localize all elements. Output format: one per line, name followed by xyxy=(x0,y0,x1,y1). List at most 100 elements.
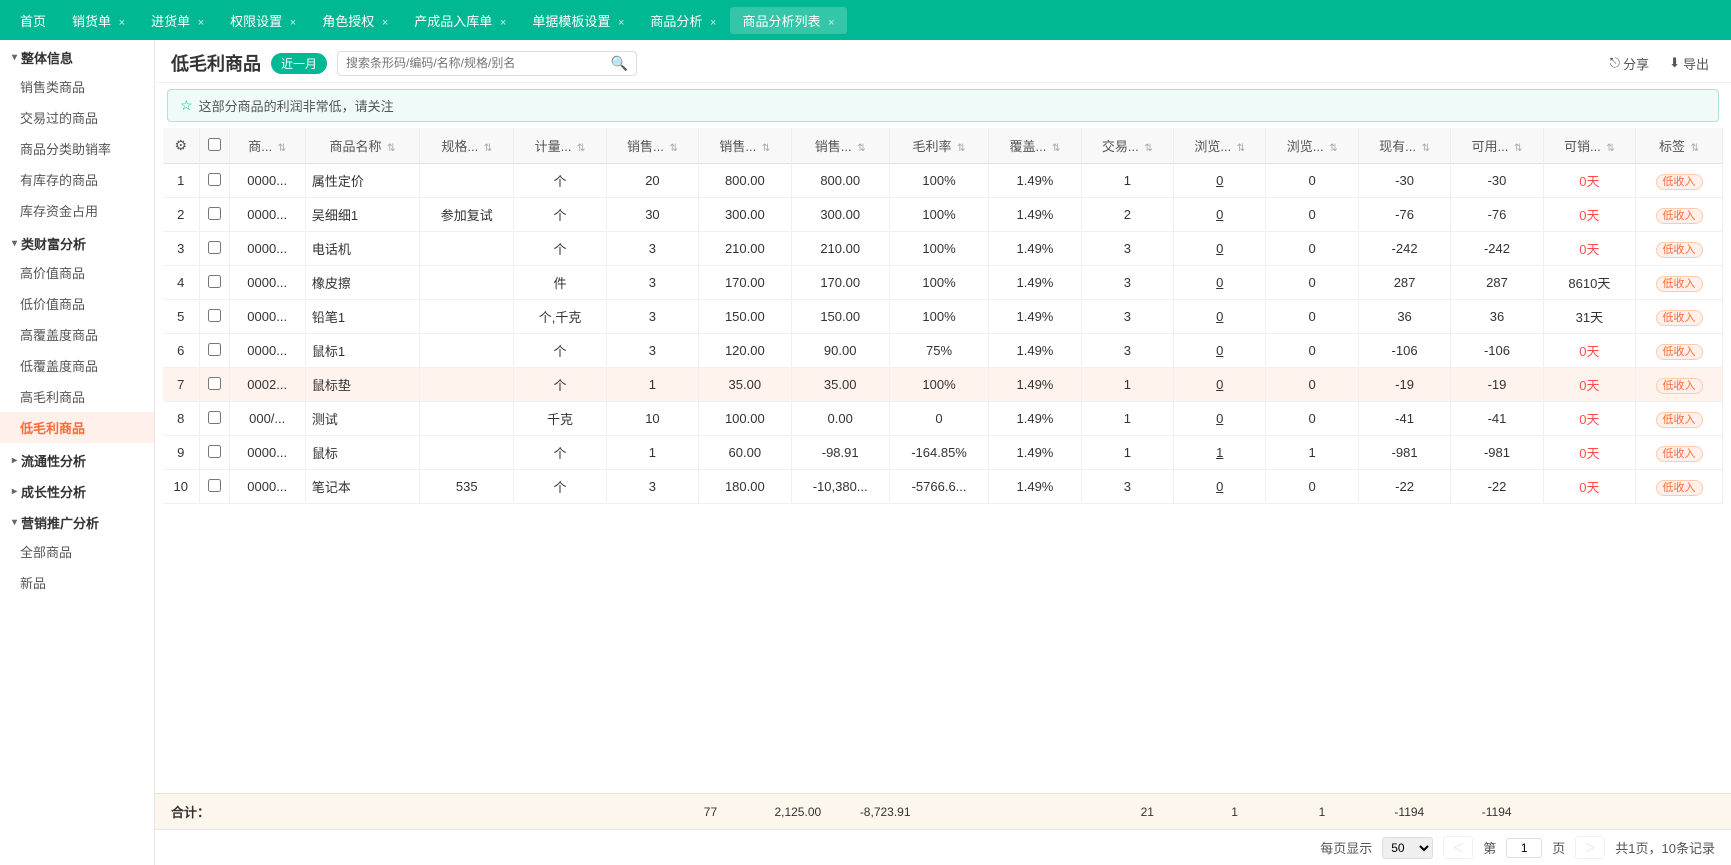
sidebar-item-category-rate[interactable]: 商品分类助销率 xyxy=(0,133,154,164)
cell-browse1[interactable]: 0 xyxy=(1174,266,1266,300)
col-browse2[interactable]: 浏览... ⇅ xyxy=(1266,128,1358,164)
nav-products-entry-close[interactable]: × xyxy=(500,17,506,29)
browse1-link[interactable]: 0 xyxy=(1216,411,1223,426)
sidebar-item-traded-goods[interactable]: 交易过的商品 xyxy=(0,102,154,133)
time-filter-button[interactable]: 近一月 xyxy=(271,53,327,74)
browse1-link[interactable]: 0 xyxy=(1216,275,1223,290)
cell-browse1[interactable]: 0 xyxy=(1174,232,1266,266)
select-all-checkbox[interactable] xyxy=(208,138,221,151)
cell-browse1[interactable]: 0 xyxy=(1174,402,1266,436)
cell-checkbox[interactable] xyxy=(199,232,229,266)
search-icon[interactable]: 🔍 xyxy=(611,55,628,72)
browse1-link[interactable]: 0 xyxy=(1216,343,1223,358)
cell-checkbox[interactable] xyxy=(199,368,229,402)
sidebar-item-low-value[interactable]: 低价值商品 xyxy=(0,288,154,319)
row-checkbox[interactable] xyxy=(208,207,221,220)
sidebar-item-high-value[interactable]: 高价值商品 xyxy=(0,257,154,288)
sidebar-group-wealth[interactable]: ▾ 类财富分析 xyxy=(0,226,154,257)
cell-browse1[interactable]: 1 xyxy=(1174,436,1266,470)
sidebar-group-overall[interactable]: ▾ 整体信息 xyxy=(0,40,154,71)
nav-roles-close[interactable]: × xyxy=(382,17,388,29)
export-button[interactable]: ⬇ 导出 xyxy=(1663,51,1715,76)
sidebar-item-high-margin[interactable]: 高毛利商品 xyxy=(0,381,154,412)
col-settings[interactable]: ⚙ xyxy=(163,128,199,164)
col-tag[interactable]: 标签 ⇅ xyxy=(1636,128,1723,164)
col-name[interactable]: 商品名称 ⇅ xyxy=(305,128,419,164)
nav-purchase-close[interactable]: × xyxy=(198,17,204,29)
col-current-stock[interactable]: 现有... ⇅ xyxy=(1358,128,1450,164)
browse1-link[interactable]: 0 xyxy=(1216,377,1223,392)
next-page-btn[interactable]: ＞ xyxy=(1575,836,1605,859)
row-checkbox[interactable] xyxy=(208,241,221,254)
col-browse1[interactable]: 浏览... ⇅ xyxy=(1174,128,1266,164)
row-checkbox[interactable] xyxy=(208,275,221,288)
cell-browse1[interactable]: 0 xyxy=(1174,198,1266,232)
sidebar-item-low-margin[interactable]: 低毛利商品 xyxy=(0,412,154,443)
sidebar-item-low-coverage[interactable]: 低覆盖度商品 xyxy=(0,350,154,381)
sidebar-item-capital[interactable]: 库存资金占用 xyxy=(0,195,154,226)
nav-permissions[interactable]: 权限设置 × xyxy=(218,7,308,34)
table-wrapper[interactable]: ⚙ 商... ⇅ 商品名称 ⇅ 规格... ⇅ 计量... ⇅ 销售... ⇅ … xyxy=(155,128,1731,793)
page-input[interactable] xyxy=(1506,838,1542,858)
cell-checkbox[interactable] xyxy=(199,470,229,504)
nav-purchase[interactable]: 进货单 × xyxy=(139,7,216,34)
col-sales-profit[interactable]: 销售... ⇅ xyxy=(791,128,889,164)
row-checkbox[interactable] xyxy=(208,411,221,424)
cell-browse1[interactable]: 0 xyxy=(1174,368,1266,402)
cell-browse1[interactable]: 0 xyxy=(1174,334,1266,368)
row-checkbox[interactable] xyxy=(208,445,221,458)
cell-browse1[interactable]: 0 xyxy=(1174,164,1266,198)
nav-permissions-close[interactable]: × xyxy=(290,17,296,29)
cell-checkbox[interactable] xyxy=(199,334,229,368)
sidebar-group-circulation[interactable]: ▸ 流通性分析 xyxy=(0,443,154,474)
col-gross-rate[interactable]: 毛利率 ⇅ xyxy=(889,128,988,164)
col-coverage[interactable]: 覆盖... ⇅ xyxy=(989,128,1081,164)
sidebar-item-new-products[interactable]: 新品 xyxy=(0,567,154,598)
cell-checkbox[interactable] xyxy=(199,300,229,334)
nav-product-analysis-list-close[interactable]: × xyxy=(828,17,834,29)
cell-checkbox[interactable] xyxy=(199,164,229,198)
browse1-link[interactable]: 0 xyxy=(1216,173,1223,188)
browse1-link[interactable]: 0 xyxy=(1216,207,1223,222)
sidebar-group-growth[interactable]: ▸ 成长性分析 xyxy=(0,474,154,505)
browse1-link[interactable]: 0 xyxy=(1216,309,1223,324)
sidebar-group-marketing[interactable]: ▾ 营销推广分析 xyxy=(0,505,154,536)
cell-browse1[interactable]: 0 xyxy=(1174,470,1266,504)
settings-icon[interactable]: ⚙ xyxy=(174,137,187,153)
sidebar-item-sales-goods[interactable]: 销售类商品 xyxy=(0,71,154,102)
sidebar-item-stocked-goods[interactable]: 有库存的商品 xyxy=(0,164,154,195)
col-spec[interactable]: 规格... ⇅ xyxy=(420,128,514,164)
per-page-select[interactable]: 50 100 200 xyxy=(1382,837,1433,859)
nav-home[interactable]: 首页 xyxy=(8,7,58,34)
nav-product-analysis[interactable]: 商品分析 × xyxy=(638,7,728,34)
col-code[interactable]: 商... ⇅ xyxy=(229,128,305,164)
col-sales-price[interactable]: 销售... ⇅ xyxy=(699,128,791,164)
row-checkbox[interactable] xyxy=(208,377,221,390)
row-checkbox[interactable] xyxy=(208,479,221,492)
share-button[interactable]: ⎋ 分享 xyxy=(1604,51,1655,76)
search-input[interactable] xyxy=(346,56,607,70)
row-checkbox[interactable] xyxy=(208,173,221,186)
nav-sales-close[interactable]: × xyxy=(119,17,125,29)
sidebar-item-all-products[interactable]: 全部商品 xyxy=(0,536,154,567)
browse1-link[interactable]: 1 xyxy=(1216,445,1223,460)
col-saleable[interactable]: 可销... ⇅ xyxy=(1543,128,1635,164)
nav-sales[interactable]: 销货单 × xyxy=(60,7,137,34)
nav-product-analysis-close[interactable]: × xyxy=(710,17,716,29)
cell-browse1[interactable]: 0 xyxy=(1174,300,1266,334)
nav-template-close[interactable]: × xyxy=(618,17,624,29)
sidebar-item-high-coverage[interactable]: 高覆盖度商品 xyxy=(0,319,154,350)
browse1-link[interactable]: 0 xyxy=(1216,479,1223,494)
nav-roles[interactable]: 角色授权 × xyxy=(310,7,400,34)
browse1-link[interactable]: 0 xyxy=(1216,241,1223,256)
cell-checkbox[interactable] xyxy=(199,266,229,300)
prev-page-btn[interactable]: ＜ xyxy=(1443,836,1473,859)
col-sales-qty[interactable]: 销售... ⇅ xyxy=(606,128,698,164)
nav-template[interactable]: 单据模板设置 × xyxy=(520,7,636,34)
nav-product-analysis-list[interactable]: 商品分析列表 × xyxy=(730,7,846,34)
nav-products-entry[interactable]: 产成品入库单 × xyxy=(402,7,518,34)
col-unit[interactable]: 计量... ⇅ xyxy=(514,128,606,164)
col-available[interactable]: 可用... ⇅ xyxy=(1451,128,1543,164)
col-checkbox-all[interactable] xyxy=(199,128,229,164)
col-trade[interactable]: 交易... ⇅ xyxy=(1081,128,1173,164)
